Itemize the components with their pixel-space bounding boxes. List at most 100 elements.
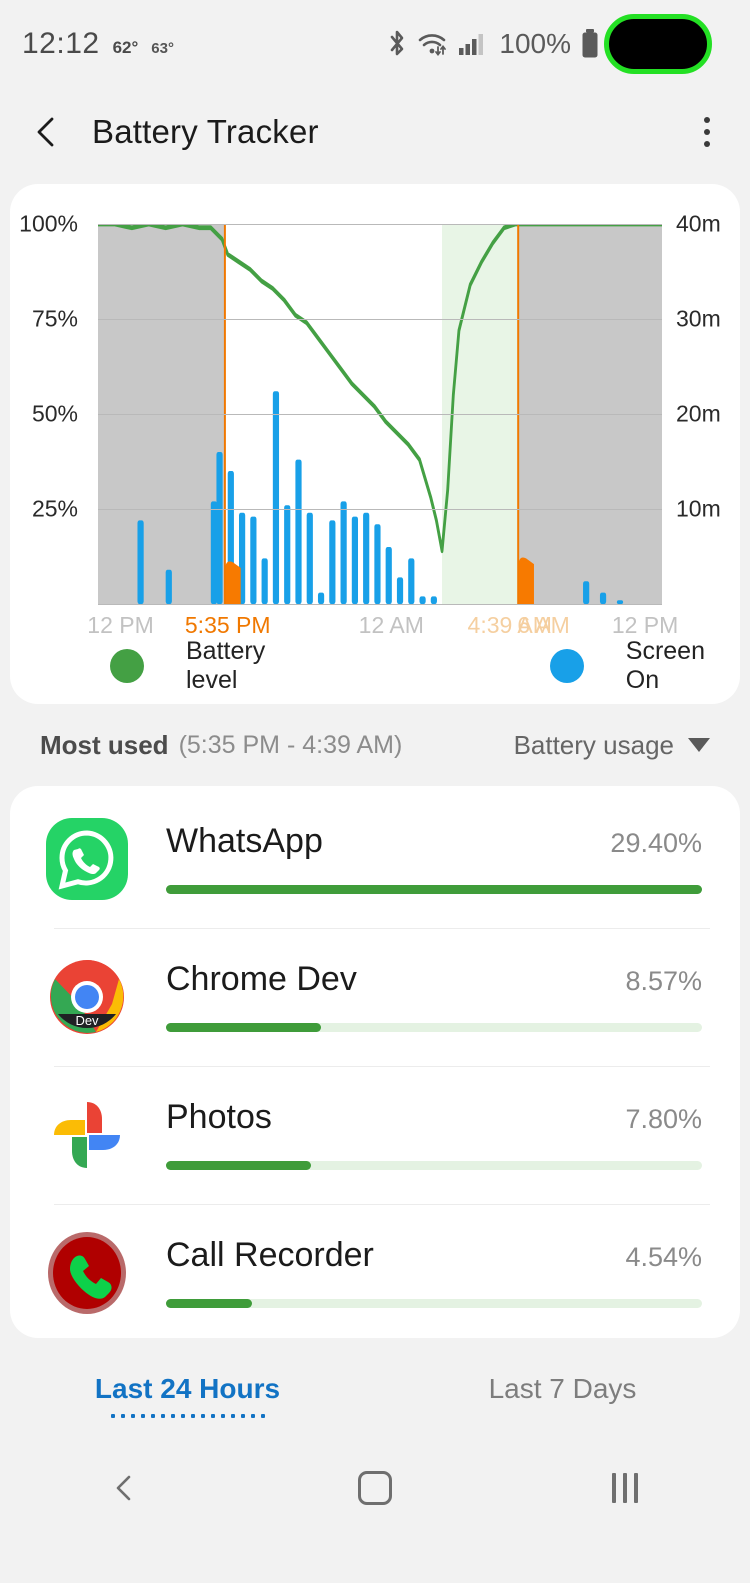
screen-on-bar	[216, 452, 223, 604]
overflow-menu-icon[interactable]	[704, 117, 710, 147]
app-icon	[44, 816, 130, 902]
status-bar: 12:12 62° 63° 100%	[0, 0, 750, 88]
app-usage-row[interactable]: Call Recorder 4.54%	[10, 1204, 740, 1342]
system-nav-bar	[0, 1440, 750, 1536]
app-name: Call Recorder	[166, 1236, 374, 1274]
app-row-body: Call Recorder 4.54%	[166, 1230, 706, 1316]
chrome-dev-icon: Dev	[46, 956, 128, 1038]
app-usage-bar-fill	[166, 1161, 311, 1170]
app-usage-bar-fill	[166, 885, 702, 894]
chart-plot-area[interactable]	[98, 224, 662, 605]
screen-on-bar	[284, 505, 291, 604]
app-usage-bar-fill	[166, 1299, 252, 1308]
screen-on-bar	[430, 596, 437, 604]
sort-selector-label: Battery usage	[513, 729, 674, 760]
overflow-dot	[704, 141, 710, 147]
tab-last-24-hours[interactable]: Last 24 Hours	[0, 1338, 375, 1440]
camera-cutout	[604, 14, 712, 74]
screen-on-bar	[396, 577, 404, 604]
app-usage-percent: 7.80%	[625, 1104, 702, 1134]
y-left-tick: 100%	[19, 210, 78, 237]
recents-bar	[634, 1473, 638, 1503]
svg-text:Dev: Dev	[75, 1013, 99, 1028]
screen-on-bar	[599, 592, 607, 604]
screen-on-bar	[419, 596, 426, 604]
app-usage-list: WhatsApp 29.40% Dev Chrome Dev 8.57% Pho…	[10, 786, 740, 1338]
battery-icon	[582, 29, 598, 58]
gridline	[98, 319, 662, 320]
app-name: WhatsApp	[166, 822, 323, 860]
most-used-title: Most used	[40, 729, 169, 760]
back-chevron-icon[interactable]	[30, 115, 64, 149]
app-usage-row[interactable]: WhatsApp 29.40%	[10, 790, 740, 928]
screen-on-bar	[351, 516, 359, 604]
x-axis-tick: 12 PM	[87, 612, 154, 638]
wifi-icon	[419, 34, 447, 56]
app-usage-row[interactable]: Photos 7.80%	[10, 1066, 740, 1204]
y-left-tick: 75%	[31, 305, 78, 332]
overflow-dot	[704, 117, 710, 123]
battery-chart-card: 100% 75% 50% 25% 40m 30m 20m 10m 12 PM 5:…	[10, 184, 740, 704]
x-axis-tick: 5:35 PM	[184, 612, 271, 638]
nav-back-icon	[116, 1475, 131, 1501]
y-right-tick: 30m	[676, 305, 721, 332]
screen-on-bar	[363, 512, 370, 604]
app-row-body: Chrome Dev 8.57%	[166, 954, 706, 1040]
screen-on-bar	[165, 569, 172, 604]
screen-on-bar	[340, 501, 347, 604]
legend-dot-icon	[110, 649, 144, 683]
screen-on-bar	[408, 558, 415, 604]
tab-last-7-days[interactable]: Last 7 Days	[375, 1338, 750, 1440]
y-left-tick: 25%	[31, 495, 78, 522]
app-name: Photos	[166, 1098, 272, 1136]
screen-on-bar	[306, 512, 313, 604]
app-icon: Dev	[44, 954, 130, 1040]
status-bar-right: 100%	[386, 0, 600, 88]
app-usage-bar-track	[166, 885, 702, 894]
app-usage-bar-track	[166, 1299, 702, 1308]
screen-on-bar	[261, 558, 268, 604]
app-usage-percent: 8.57%	[625, 966, 702, 996]
status-battery-percent: 100%	[499, 28, 571, 59]
page-title: Battery Tracker	[92, 113, 319, 150]
nav-back-button[interactable]	[0, 1473, 250, 1503]
status-time: 12:12	[22, 27, 100, 60]
overflow-dot	[704, 129, 710, 135]
x-axis-tick: 12 AM	[358, 612, 424, 638]
call-recorder-icon	[48, 1232, 126, 1314]
gridline	[98, 509, 662, 510]
charging-bar	[224, 561, 241, 604]
app-usage-row[interactable]: Dev Chrome Dev 8.57%	[10, 928, 740, 1066]
legend-item-battery-level: Battery level	[110, 637, 318, 695]
y-right-tick: 20m	[676, 400, 721, 427]
tab-label: Last 24 Hours	[94, 1373, 281, 1404]
x-axis-tick: 6 AM	[517, 612, 570, 638]
y-right-tick: 40m	[676, 210, 721, 237]
app-usage-bar-track	[166, 1161, 702, 1170]
chart-y-axis-left: 100% 75% 50% 25%	[10, 211, 90, 604]
bluetooth-icon	[391, 30, 404, 56]
whatsapp-icon	[46, 818, 128, 900]
gridline	[98, 224, 662, 225]
status-temperature-current: 62°	[112, 38, 139, 57]
recents-bar	[623, 1473, 627, 1503]
screen-on-bar	[583, 581, 590, 604]
screen-on-bar	[374, 524, 381, 604]
most-used-range: (5:35 PM - 4:39 AM)	[178, 730, 403, 759]
chart-y-axis-right: 40m 30m 20m 10m	[666, 211, 740, 604]
phone-screen: 12:12 62° 63° 100% Battery Tracker 100% …	[0, 0, 750, 1583]
app-icon	[44, 1230, 130, 1316]
app-usage-bar-fill	[166, 1023, 322, 1032]
legend-dot-icon	[549, 649, 584, 683]
nav-home-button[interactable]	[250, 1471, 500, 1505]
nav-recents-button[interactable]	[500, 1473, 750, 1503]
legend-item-screen-on: Screen On	[549, 637, 740, 695]
y-right-tick: 10m	[676, 495, 721, 522]
status-temperature-secondary: 63°	[151, 40, 174, 57]
sort-selector[interactable]: Battery usage	[514, 730, 710, 761]
legend-label: Screen On	[625, 637, 705, 694]
screen-on-bar	[137, 520, 144, 604]
app-usage-bar-track	[166, 1023, 702, 1032]
gridline	[98, 414, 662, 415]
period-tabs: Last 24 Hours Last 7 Days	[0, 1338, 750, 1440]
